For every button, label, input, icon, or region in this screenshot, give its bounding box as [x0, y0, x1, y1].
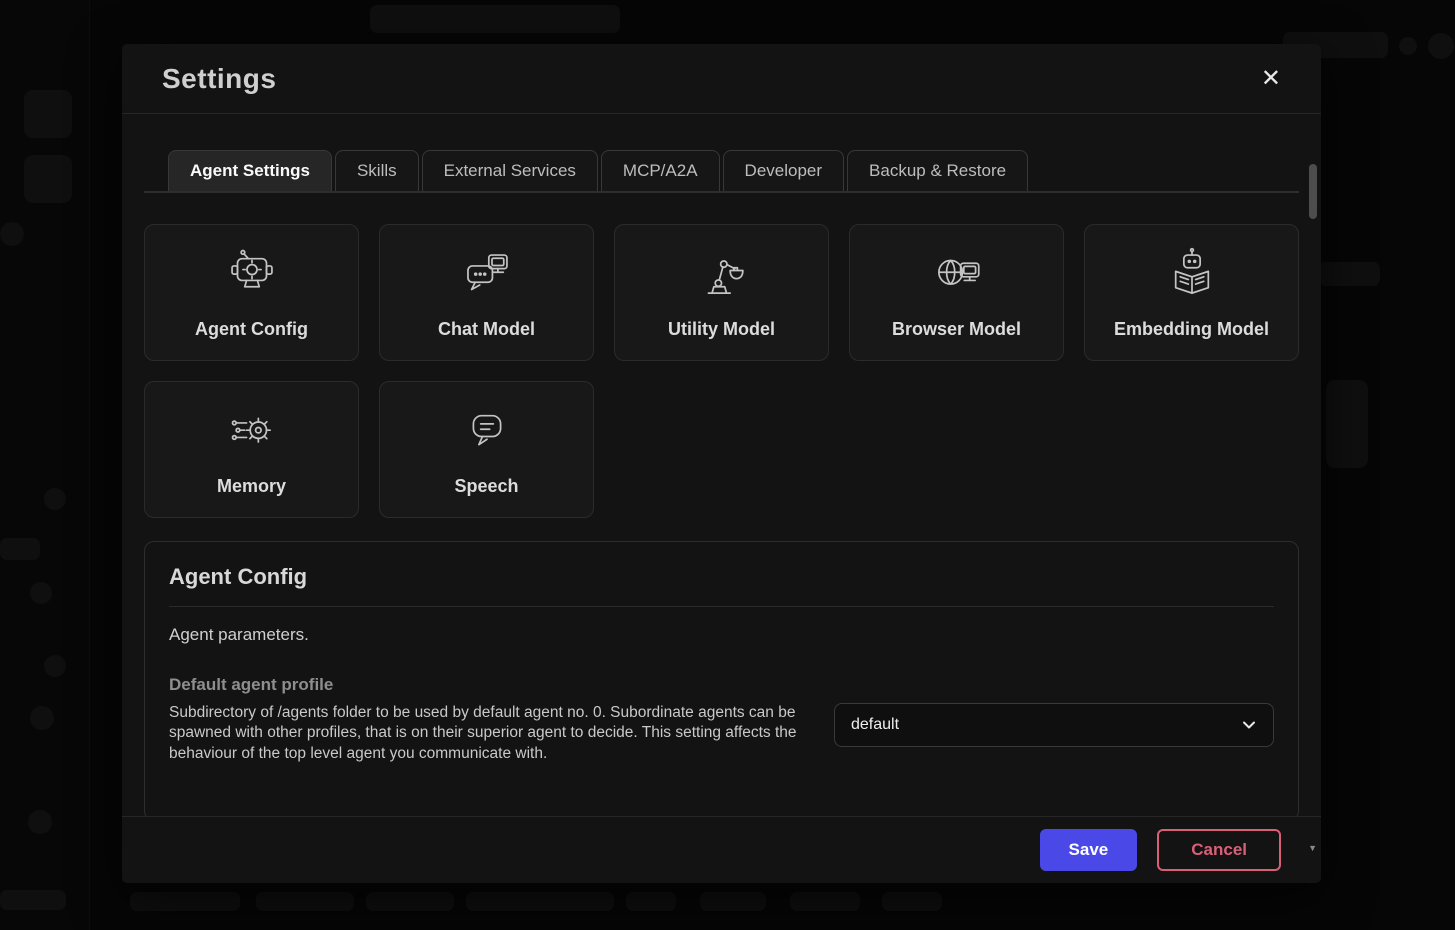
speech-bubble-icon — [458, 403, 516, 466]
tab-backup-restore[interactable]: Backup & Restore — [847, 150, 1028, 191]
card-label: Speech — [454, 476, 518, 497]
settings-modal: Settings ✕ Agent Settings Skills Externa… — [122, 44, 1321, 883]
tab-external-services[interactable]: External Services — [422, 150, 598, 191]
card-embedding-model[interactable]: Embedding Model — [1084, 224, 1299, 361]
robot-head-icon — [223, 246, 281, 309]
field-default-agent-profile: Default agent profile Subdirectory of /a… — [169, 675, 1274, 764]
tab-mcp-a2a[interactable]: MCP/A2A — [601, 150, 720, 191]
panel-title: Agent Config — [169, 564, 1274, 590]
chevron-down-icon — [1241, 717, 1257, 733]
agent-config-panel: Agent Config Agent parameters. Default a… — [144, 541, 1299, 816]
chip-gear-icon — [223, 403, 281, 466]
agent-profile-selected-value: default — [851, 716, 899, 734]
card-browser-model[interactable]: Browser Model — [849, 224, 1064, 361]
globe-screen-icon — [928, 246, 986, 309]
modal-title: Settings — [162, 63, 276, 95]
field-label: Default agent profile — [169, 675, 1274, 695]
card-label: Agent Config — [195, 319, 308, 340]
card-speech[interactable]: Speech — [379, 381, 594, 518]
card-memory[interactable]: Memory — [144, 381, 359, 518]
settings-tabs: Agent Settings Skills External Services … — [144, 150, 1299, 193]
modal-scrollbar[interactable] — [1308, 118, 1318, 813]
cancel-button[interactable]: Cancel — [1157, 829, 1281, 871]
save-button[interactable]: Save — [1040, 829, 1138, 871]
tab-agent-settings[interactable]: Agent Settings — [168, 150, 332, 191]
settings-section-cards: Agent Config Chat Model — [144, 224, 1299, 518]
card-label: Embedding Model — [1114, 319, 1269, 340]
chat-screen-icon — [458, 246, 516, 309]
card-label: Browser Model — [892, 319, 1021, 340]
robot-book-icon — [1163, 246, 1221, 309]
scrollbar-thumb[interactable] — [1309, 164, 1317, 219]
robot-arm-icon — [693, 246, 751, 309]
card-utility-model[interactable]: Utility Model — [614, 224, 829, 361]
card-agent-config[interactable]: Agent Config — [144, 224, 359, 361]
close-icon[interactable]: ✕ — [1261, 67, 1281, 91]
field-description: Subdirectory of /agents folder to be use… — [169, 703, 814, 764]
tab-developer[interactable]: Developer — [723, 150, 845, 191]
modal-header: Settings ✕ — [122, 44, 1321, 114]
tab-skills[interactable]: Skills — [335, 150, 419, 191]
modal-body: Agent Settings Skills External Services … — [122, 114, 1321, 816]
card-label: Utility Model — [668, 319, 775, 340]
modal-footer: Save Cancel — [122, 816, 1321, 883]
card-label: Chat Model — [438, 319, 535, 340]
card-chat-model[interactable]: Chat Model — [379, 224, 594, 361]
panel-subtitle: Agent parameters. — [169, 625, 1274, 645]
card-label: Memory — [217, 476, 286, 497]
panel-divider — [169, 606, 1274, 607]
agent-profile-select[interactable]: default — [834, 703, 1274, 747]
